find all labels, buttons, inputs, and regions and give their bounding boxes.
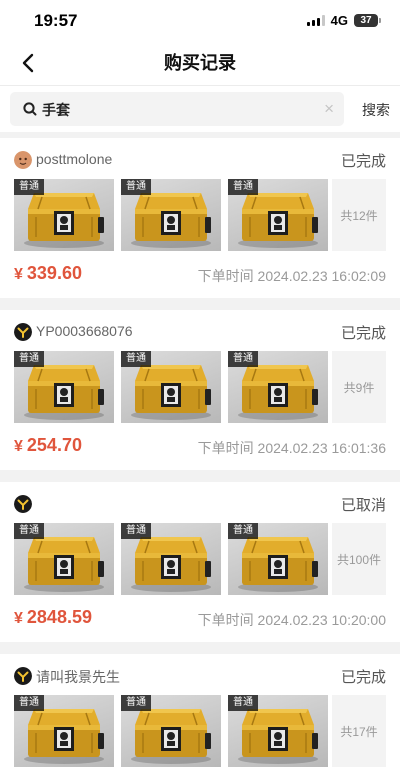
quality-tag: 普通: [121, 351, 151, 367]
order-status: 已完成: [340, 153, 386, 170]
item-thumbnail[interactable]: 普通: [121, 179, 221, 251]
seller-name: YP0003668076: [36, 323, 133, 339]
search-input[interactable]: 手套 ×: [10, 92, 344, 126]
order-status: 已完成: [340, 669, 386, 686]
order-card[interactable]: YP0003668076 已完成普通 普通 普通 共9件 ¥254.70 下单时间 2024…: [0, 310, 400, 470]
item-count[interactable]: 共17件: [332, 695, 386, 767]
quality-tag: 普通: [228, 351, 258, 367]
nav-bar: 购买记录: [0, 40, 400, 86]
item-thumbnail[interactable]: 普通: [121, 523, 221, 595]
order-status: 已完成: [340, 325, 386, 342]
quality-tag: 普通: [228, 523, 258, 539]
header: 19:57 4G 37 购买记录 手套 × 搜索: [0, 0, 400, 132]
battery-icon: 37: [354, 14, 381, 27]
avatar: [14, 151, 32, 169]
avatar-logo-icon: [14, 323, 32, 341]
clear-icon[interactable]: ×: [324, 99, 334, 119]
currency-symbol: ¥: [14, 438, 23, 455]
item-thumbnail[interactable]: 普通: [14, 523, 114, 595]
chevron-left-icon: [22, 53, 34, 73]
quality-tag: 普通: [121, 179, 151, 195]
currency-symbol: ¥: [14, 610, 23, 627]
quality-tag: 普通: [228, 695, 258, 711]
network-type: 4G: [330, 13, 348, 28]
seller-name: 请叫我景先生: [36, 669, 120, 685]
order-card[interactable]: 已取消普通 普通 普通 共100件 ¥2848.59 下单时间 2024.02.23 10…: [0, 482, 400, 642]
quality-tag: 普通: [14, 179, 44, 195]
item-thumbnail[interactable]: 普通: [121, 695, 221, 767]
signal-icon: [306, 15, 325, 26]
order-status: 已取消: [340, 497, 386, 514]
order-price: ¥254.70: [14, 435, 82, 456]
item-thumbnail[interactable]: 普通: [228, 179, 328, 251]
quality-tag: 普通: [14, 351, 44, 367]
avatar: [14, 323, 32, 341]
order-price: ¥2848.59: [14, 607, 92, 628]
avatar-logo-icon: [14, 495, 32, 513]
item-thumbnail[interactable]: 普通: [14, 695, 114, 767]
page-title: 购买记录: [164, 53, 236, 73]
quality-tag: 普通: [121, 695, 151, 711]
status-time: 19:57: [34, 11, 78, 30]
price-value: 2848.59: [26, 607, 92, 627]
order-header: YP0003668076 已完成: [14, 322, 386, 342]
item-count[interactable]: 共100件: [332, 523, 386, 595]
order-price: ¥339.60: [14, 263, 82, 284]
item-thumbnail[interactable]: 普通: [228, 523, 328, 595]
back-button[interactable]: [14, 49, 42, 77]
price-value: 254.70: [26, 435, 82, 455]
order-card[interactable]: 请叫我景先生 已完成普通 普通 普通 共17件: [0, 654, 400, 779]
status-icons: 4G 37: [306, 13, 381, 28]
order-header: 请叫我景先生 已完成: [14, 666, 386, 686]
item-thumbnail[interactable]: 普通: [14, 179, 114, 251]
quality-tag: 普通: [14, 695, 44, 711]
avatar: [14, 667, 32, 685]
quality-tag: 普通: [228, 179, 258, 195]
search-bar: 手套 × 搜索: [0, 86, 400, 132]
order-time: 下单时间 2024.02.23 16:02:09: [197, 268, 386, 284]
item-count[interactable]: 共12件: [332, 179, 386, 251]
avatar: [14, 495, 32, 513]
avatar-logo-icon: [14, 667, 32, 685]
order-time: 下单时间 2024.02.23 16:01:36: [197, 440, 386, 456]
item-thumbnail[interactable]: 普通: [228, 351, 328, 423]
price-value: 339.60: [26, 263, 82, 283]
order-card[interactable]: posttmolone 已完成普通 普通 普通 共12件 ¥339.60 下单时间 2024…: [0, 138, 400, 298]
order-time: 下单时间 2024.02.23 10:20:00: [197, 612, 386, 628]
search-icon: [23, 102, 37, 116]
search-button[interactable]: 搜索: [362, 100, 390, 120]
quality-tag: 普通: [14, 523, 44, 539]
avatar-face-icon: [14, 151, 32, 169]
status-bar: 19:57 4G 37: [0, 0, 400, 40]
quality-tag: 普通: [121, 523, 151, 539]
item-thumbnail[interactable]: 普通: [14, 351, 114, 423]
currency-symbol: ¥: [14, 266, 23, 283]
search-query: 手套: [42, 102, 70, 118]
item-count[interactable]: 共9件: [332, 351, 386, 423]
item-thumbnail[interactable]: 普通: [121, 351, 221, 423]
item-thumbnail[interactable]: 普通: [228, 695, 328, 767]
order-header: posttmolone 已完成: [14, 150, 386, 170]
seller-name: posttmolone: [36, 151, 113, 167]
order-header: 已取消: [14, 494, 386, 514]
